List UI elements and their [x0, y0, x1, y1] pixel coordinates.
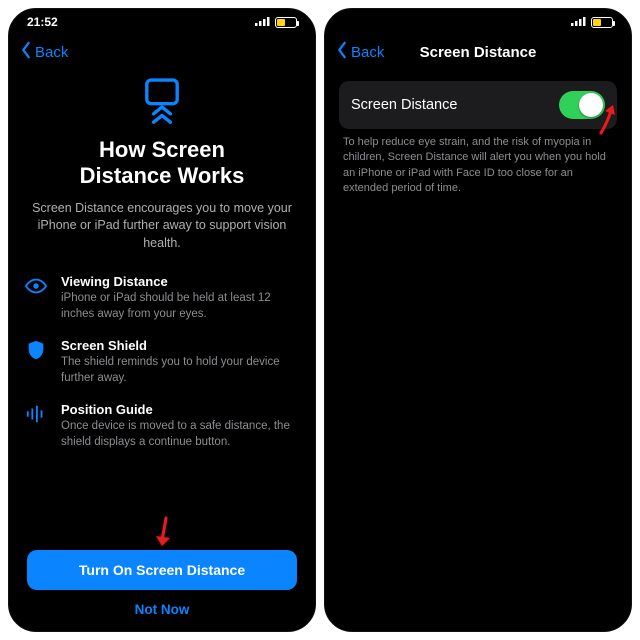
feature-title: Position Guide — [61, 402, 301, 417]
not-now-button[interactable]: Not Now — [131, 598, 194, 621]
back-label: Back — [35, 44, 68, 61]
onboarding-subtitle: Screen Distance encourages you to move y… — [23, 200, 301, 253]
phone-right: Back Screen Distance Screen Distance To … — [324, 8, 632, 632]
feature-position-guide: Position Guide Once device is moved to a… — [23, 402, 301, 450]
eye-icon — [23, 274, 49, 297]
nav-bar: Back Screen Distance — [325, 35, 631, 69]
screen-distance-hero-icon — [23, 75, 301, 129]
screen-distance-cell: Screen Distance — [339, 81, 617, 129]
status-right — [255, 15, 297, 29]
battery-icon — [275, 17, 297, 28]
phone-left: 21:52 Back How Screen Distance Works Scr… — [8, 8, 316, 632]
turn-on-button[interactable]: Turn On Screen Distance — [27, 550, 297, 590]
waveform-icon — [23, 402, 49, 425]
toggle-knob — [579, 93, 603, 117]
chevron-left-icon — [335, 41, 349, 63]
feature-screen-shield: Screen Shield The shield reminds you to … — [23, 338, 301, 386]
feature-desc: iPhone or iPad should be held at least 1… — [61, 291, 301, 322]
chevron-left-icon — [19, 41, 33, 63]
feature-title: Screen Shield — [61, 338, 301, 353]
status-time: 21:52 — [27, 15, 58, 29]
back-label: Back — [351, 44, 384, 61]
status-bar: 21:52 — [9, 9, 315, 35]
shield-icon — [23, 338, 49, 361]
battery-icon — [591, 17, 613, 28]
settings-content: Screen Distance To help reduce eye strai… — [325, 69, 631, 631]
feature-list: Viewing Distance iPhone or iPad should b… — [23, 274, 301, 450]
signal-icon — [255, 15, 271, 29]
status-time — [343, 15, 346, 29]
status-bar — [325, 9, 631, 35]
status-right — [571, 15, 613, 29]
onboarding-content: How Screen Distance Works Screen Distanc… — [9, 69, 315, 631]
feature-desc: Once device is moved to a safe distance,… — [61, 419, 301, 450]
setting-footnote: To help reduce eye strain, and the risk … — [339, 129, 617, 197]
back-button[interactable]: Back — [331, 37, 388, 67]
nav-bar: Back — [9, 35, 315, 69]
feature-desc: The shield reminds you to hold your devi… — [61, 355, 301, 386]
onboarding-title: How Screen Distance Works — [23, 137, 301, 190]
feature-title: Viewing Distance — [61, 274, 301, 289]
signal-icon — [571, 15, 587, 29]
feature-viewing-distance: Viewing Distance iPhone or iPad should b… — [23, 274, 301, 322]
cell-label: Screen Distance — [351, 97, 457, 113]
back-button[interactable]: Back — [15, 37, 72, 67]
screen-distance-toggle[interactable] — [559, 91, 605, 119]
onboarding-actions: Turn On Screen Distance Not Now — [23, 540, 301, 631]
